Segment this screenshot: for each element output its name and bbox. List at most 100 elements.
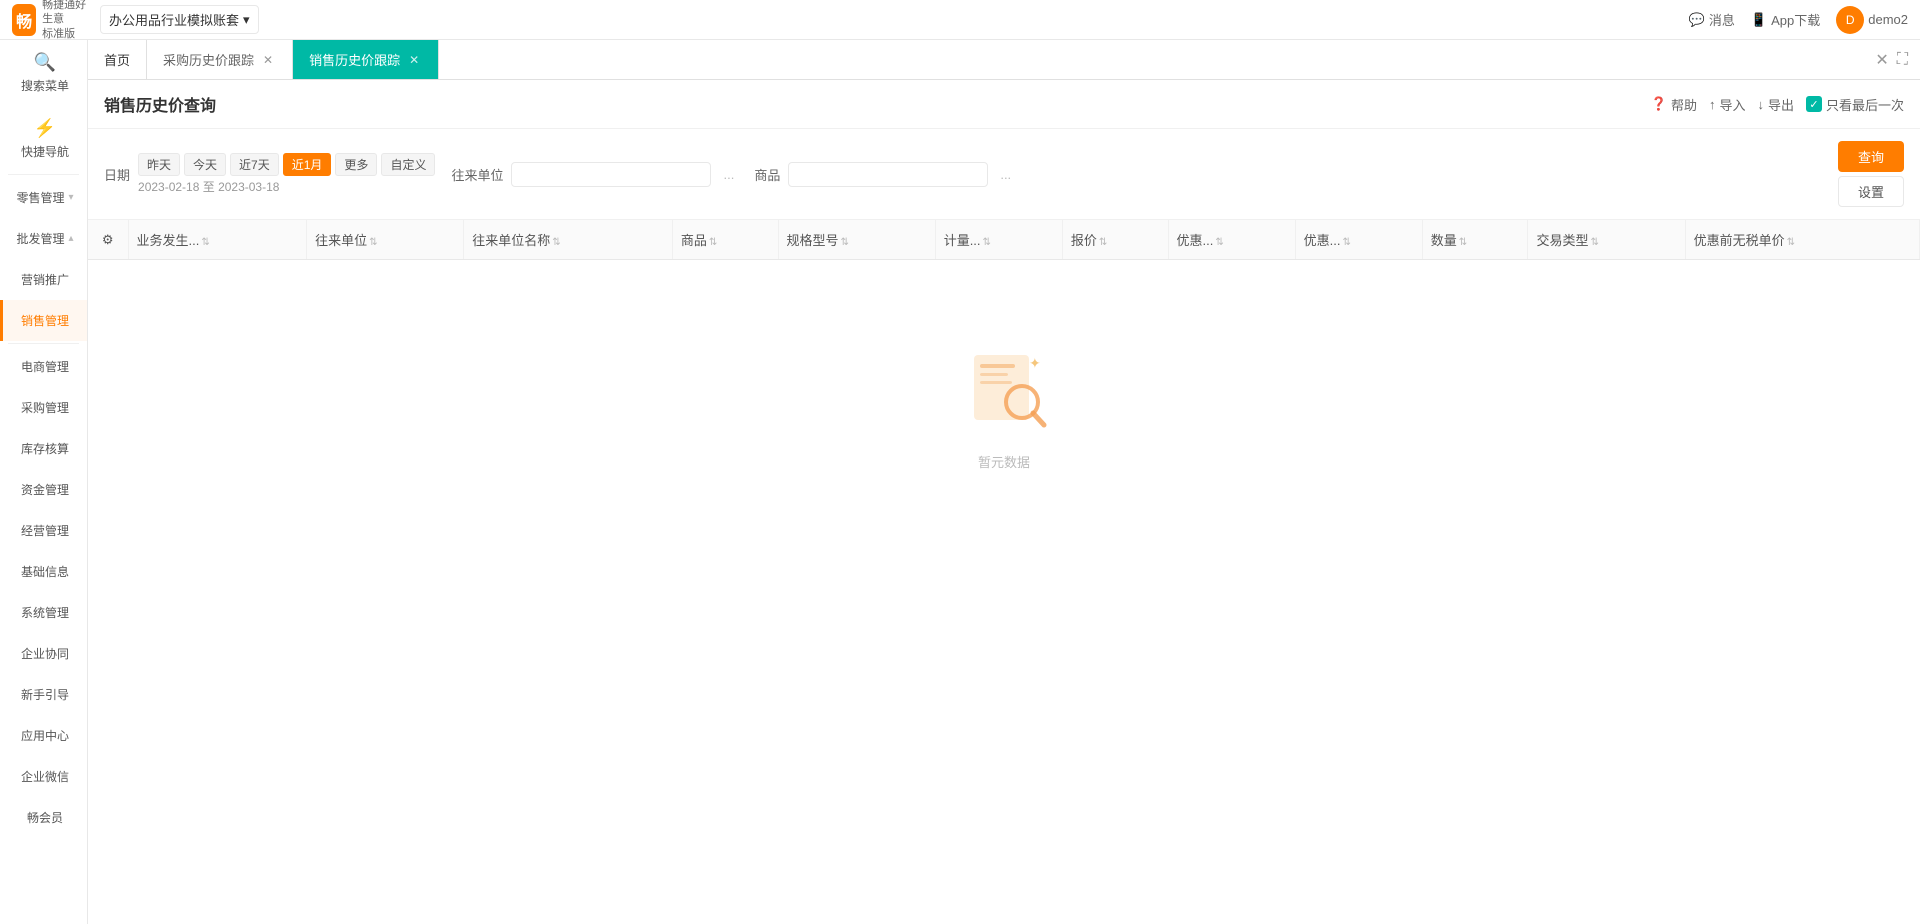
sort-icon: ⇅ xyxy=(201,237,209,248)
sidebar-item-ecommerce[interactable]: 电商管理 xyxy=(0,346,87,387)
goods-input[interactable] xyxy=(788,162,988,187)
sidebar-item-retail[interactable]: 零售管理 ▾ xyxy=(0,177,87,218)
sidebar-item-label: 应用中心 xyxy=(21,727,69,744)
query-button[interactable]: 查询 xyxy=(1838,141,1904,172)
sidebar-item-appstore[interactable]: 应用中心 xyxy=(0,715,87,756)
date-btn-1month[interactable]: 近1月 xyxy=(283,153,332,176)
sidebar-item-wholesale[interactable]: 批发管理 ▴ xyxy=(0,218,87,259)
table-header-row: ⚙ 业务发生...⇅ 往来单位⇅ 往来单位名称⇅ xyxy=(88,220,1920,260)
sidebar-item-enterprise[interactable]: 企业协同 xyxy=(0,633,87,674)
unit-dots: ... xyxy=(719,167,738,182)
sidebar-item-search[interactable]: 🔍 搜索菜单 xyxy=(0,40,87,106)
sidebar-item-basic[interactable]: 基础信息 xyxy=(0,551,87,592)
main-layout: 🔍 搜索菜单 ⚡ 快捷导航 零售管理 ▾ 批发管理 ▴ 营销推广 销售管理 xyxy=(0,40,1920,924)
date-btn-today[interactable]: 今天 xyxy=(184,153,226,176)
close-window-icon[interactable]: ✕ xyxy=(1875,50,1888,70)
sort-icon: ⇅ xyxy=(1787,237,1795,248)
sidebar-item-system[interactable]: 系统管理 xyxy=(0,592,87,633)
th-settings[interactable]: ⚙ xyxy=(88,220,128,260)
sidebar-item-inventory[interactable]: 库存核算 xyxy=(0,428,87,469)
user-area[interactable]: D demo2 xyxy=(1836,6,1908,34)
th-trade-type[interactable]: 交易类型⇅ xyxy=(1528,220,1685,260)
divider xyxy=(8,174,79,175)
empty-state: ✦ 暂元数据 xyxy=(88,260,1920,551)
tab-spacer xyxy=(439,40,1863,79)
app-download-action[interactable]: 📱 App下载 xyxy=(1751,10,1820,29)
maximize-icon[interactable]: ⛶ xyxy=(1897,51,1908,69)
sidebar-item-label: 基础信息 xyxy=(21,563,69,580)
unit-input[interactable] xyxy=(511,162,711,187)
sidebar-item-shortcut[interactable]: ⚡ 快捷导航 xyxy=(0,106,87,172)
download-icon: 📱 xyxy=(1751,12,1767,28)
sort-icon: ⇅ xyxy=(1342,237,1350,248)
sort-icon: ⇅ xyxy=(709,237,717,248)
chevron-down-icon: ▾ xyxy=(243,12,250,28)
only-last-checkbox[interactable]: ✓ 只看最后一次 xyxy=(1806,95,1904,114)
table-container: ⚙ 业务发生...⇅ 往来单位⇅ 往来单位名称⇅ xyxy=(88,220,1920,551)
page-title: 销售历史价查询 xyxy=(104,92,216,116)
chevron-up-icon: ▴ xyxy=(68,233,73,244)
date-btn-custom[interactable]: 自定义 xyxy=(381,153,435,176)
th-unit[interactable]: 计量...⇅ xyxy=(935,220,1062,260)
close-icon[interactable]: ✕ xyxy=(260,52,276,68)
date-btn-more[interactable]: 更多 xyxy=(335,153,377,176)
help-action[interactable]: ❓ 帮助 xyxy=(1651,95,1697,114)
sidebar-item-label: 营销推广 xyxy=(21,271,69,288)
chevron-down-icon: ▾ xyxy=(68,192,73,203)
message-icon: 💬 xyxy=(1689,12,1705,28)
checkbox-icon: ✓ xyxy=(1806,96,1822,112)
top-bar: 畅 畅捷通好生意 标准版 办公用品行业模拟账套 ▾ 💬 消息 📱 App下载 D… xyxy=(0,0,1920,40)
th-quote[interactable]: 报价⇅ xyxy=(1062,220,1168,260)
export-icon: ↓ xyxy=(1757,97,1764,112)
date-group: 昨天 今天 近7天 近1月 更多 自定义 2023-02-18 至 2023-0… xyxy=(138,153,435,195)
page-card: 销售历史价查询 ❓ 帮助 ↑ 导入 ↓ 导出 ✓ xyxy=(88,80,1920,924)
logo-icon: 畅 xyxy=(12,4,36,36)
tab-sales[interactable]: 销售历史价跟踪 ✕ xyxy=(293,40,439,79)
top-bar-right: 💬 消息 📱 App下载 D demo2 xyxy=(1689,6,1908,34)
sidebar-item-member[interactable]: 畅会员 xyxy=(0,797,87,838)
logo-area: 畅 畅捷通好生意 标准版 xyxy=(12,0,92,41)
tab-label: 首页 xyxy=(104,50,130,69)
message-action[interactable]: 💬 消息 xyxy=(1689,10,1735,29)
sidebar-item-label: 电商管理 xyxy=(21,358,69,375)
sidebar-item-marketing[interactable]: 营销推广 xyxy=(0,259,87,300)
th-goods[interactable]: 商品⇅ xyxy=(672,220,778,260)
sidebar-item-label: 批发管理 xyxy=(16,230,64,247)
tab-home[interactable]: 首页 xyxy=(88,40,147,79)
sidebar-item-operations[interactable]: 经营管理 xyxy=(0,510,87,551)
avatar: D xyxy=(1836,6,1864,34)
tab-purchase[interactable]: 采购历史价跟踪 ✕ xyxy=(147,40,293,79)
sidebar-item-label: 经营管理 xyxy=(21,522,69,539)
th-discount1[interactable]: 优惠...⇅ xyxy=(1168,220,1295,260)
import-action[interactable]: ↑ 导入 xyxy=(1709,95,1746,114)
sidebar-item-purchase[interactable]: 采购管理 xyxy=(0,387,87,428)
tab-label: 采购历史价跟踪 xyxy=(163,50,254,69)
th-discount2[interactable]: 优惠...⇅ xyxy=(1295,220,1422,260)
th-unit-name[interactable]: 往来单位名称⇅ xyxy=(464,220,673,260)
app-selector-label: 办公用品行业模拟账套 xyxy=(109,10,239,29)
th-biz-date[interactable]: 业务发生...⇅ xyxy=(128,220,307,260)
tab-bar-actions: ✕ ⛶ xyxy=(1863,40,1920,79)
sidebar-item-finance[interactable]: 资金管理 xyxy=(0,469,87,510)
page-header: 销售历史价查询 ❓ 帮助 ↑ 导入 ↓ 导出 ✓ xyxy=(88,80,1920,129)
goods-dots: ... xyxy=(996,167,1015,182)
th-spec[interactable]: 规格型号⇅ xyxy=(778,220,935,260)
sidebar-item-guide[interactable]: 新手引导 xyxy=(0,674,87,715)
th-price-no-tax[interactable]: 优惠前无税单价⇅ xyxy=(1685,220,1919,260)
date-btn-yesterday[interactable]: 昨天 xyxy=(138,153,180,176)
th-unit-code[interactable]: 往来单位⇅ xyxy=(307,220,464,260)
export-action[interactable]: ↓ 导出 xyxy=(1757,95,1794,114)
close-icon[interactable]: ✕ xyxy=(406,52,422,68)
sort-icon: ⇅ xyxy=(983,237,991,248)
sidebar-item-label: 企业微信 xyxy=(21,768,69,785)
sidebar-item-wechat[interactable]: 企业微信 xyxy=(0,756,87,797)
date-btn-7days[interactable]: 近7天 xyxy=(230,153,279,176)
sort-icon: ⇅ xyxy=(841,237,849,248)
sidebar-item-sales[interactable]: 销售管理 xyxy=(0,300,87,341)
sort-icon: ⇅ xyxy=(1215,237,1223,248)
app-selector[interactable]: 办公用品行业模拟账套 ▾ xyxy=(100,5,259,34)
settings-button[interactable]: 设置 xyxy=(1838,176,1904,207)
sidebar: 🔍 搜索菜单 ⚡ 快捷导航 零售管理 ▾ 批发管理 ▴ 营销推广 销售管理 xyxy=(0,40,88,924)
th-qty[interactable]: 数量⇅ xyxy=(1422,220,1528,260)
settings-icon: ⚙ xyxy=(102,232,114,247)
